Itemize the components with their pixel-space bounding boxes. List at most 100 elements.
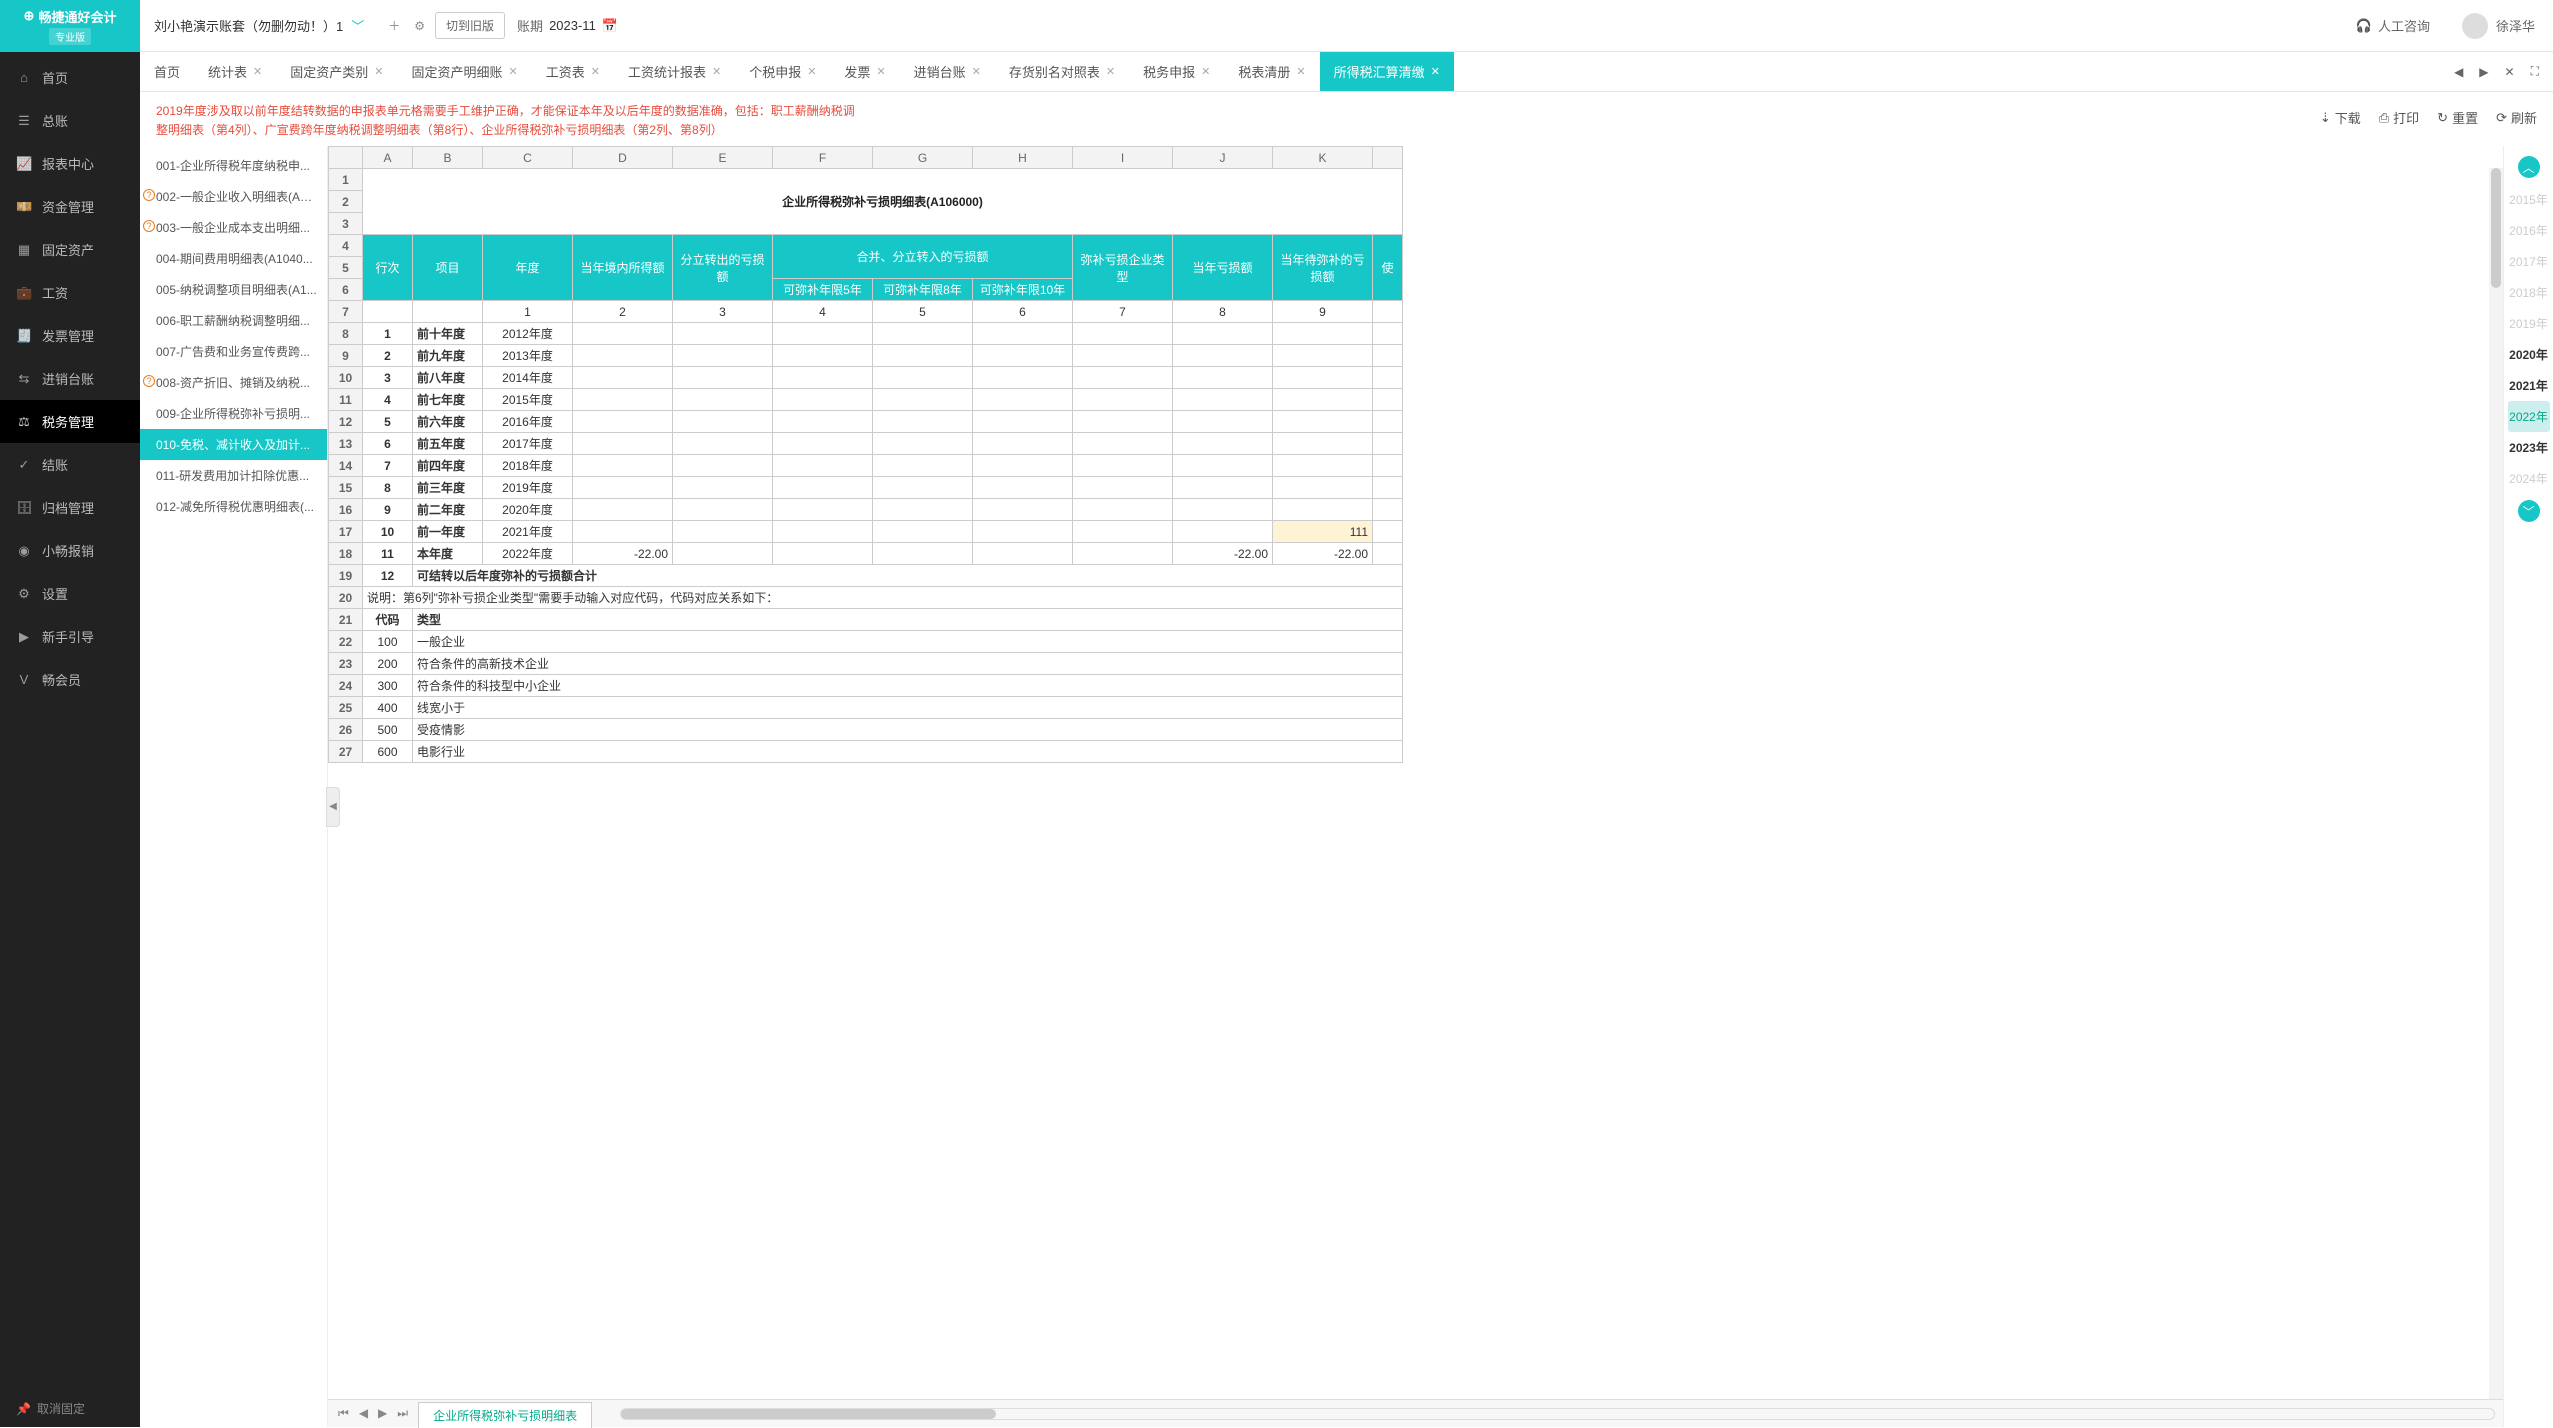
cell[interactable] — [973, 389, 1073, 411]
account-selector[interactable]: 刘小艳演示账套（勿删勿动！）1 ﹀ — [140, 16, 378, 35]
cell[interactable]: -22.00 — [1173, 543, 1273, 565]
col-header[interactable]: E — [673, 147, 773, 169]
cell[interactable] — [773, 477, 873, 499]
col-header[interactable]: G — [873, 147, 973, 169]
sidenav-item[interactable]: V畅会员 — [0, 658, 140, 701]
sidenav-item[interactable]: 💴资金管理 — [0, 185, 140, 228]
cell[interactable]: 1 — [363, 323, 413, 345]
cell[interactable] — [873, 411, 973, 433]
cell[interactable]: 8 — [363, 477, 413, 499]
cell[interactable]: 6 — [363, 433, 413, 455]
sidenav-item[interactable]: 📈报表中心 — [0, 142, 140, 185]
cell[interactable] — [573, 455, 673, 477]
col-header[interactable]: F — [773, 147, 873, 169]
col-header[interactable]: C — [483, 147, 573, 169]
cell[interactable] — [973, 499, 1073, 521]
sidenav-item[interactable]: ▦固定资产 — [0, 228, 140, 271]
cell[interactable] — [1373, 433, 1403, 455]
cell[interactable] — [1373, 345, 1403, 367]
tree-item[interactable]: 012-减免所得税优惠明细表(... — [140, 491, 327, 522]
cell[interactable]: 本年度 — [413, 543, 483, 565]
cell[interactable] — [1373, 543, 1403, 565]
cell[interactable] — [1173, 499, 1273, 521]
cell[interactable]: 前二年度 — [413, 499, 483, 521]
tree-item[interactable]: 002-一般企业收入明细表(A10... — [140, 181, 327, 212]
col-header[interactable]: A — [363, 147, 413, 169]
cell[interactable]: 4 — [773, 301, 873, 323]
toolbar-button[interactable]: ⟳刷新 — [2496, 108, 2537, 127]
cell[interactable] — [973, 477, 1073, 499]
cell[interactable] — [1073, 521, 1173, 543]
tab-close-all-button[interactable]: ✕ — [2501, 61, 2519, 83]
cell[interactable] — [1373, 499, 1403, 521]
tab[interactable]: 个税申报✕ — [735, 52, 830, 91]
cell[interactable] — [873, 433, 973, 455]
spreadsheet[interactable]: ABCDEFGHIJK1企业所得税弥补亏损明细表(A106000)234 行次 … — [328, 146, 2503, 1399]
cell[interactable] — [973, 345, 1073, 367]
gear-icon[interactable]: ⚙ — [414, 19, 425, 33]
cell[interactable] — [1373, 455, 1403, 477]
cell[interactable] — [1173, 411, 1273, 433]
year-rail-down[interactable]: ﹀ — [2518, 500, 2540, 522]
cell[interactable] — [973, 323, 1073, 345]
cell[interactable]: 电影行业 — [413, 741, 1403, 763]
tree-item[interactable]: 010-免税、减计收入及加计... — [140, 429, 327, 460]
tab[interactable]: 发票✕ — [830, 52, 899, 91]
tree-item[interactable]: 007-广告费和业务宣传费跨... — [140, 336, 327, 367]
horizontal-scrollbar[interactable] — [620, 1408, 2495, 1420]
cell[interactable] — [673, 433, 773, 455]
cell[interactable]: 600 — [363, 741, 413, 763]
tab-expand-button[interactable]: ⛶ — [2527, 60, 2543, 83]
cell[interactable]: -22.00 — [1273, 543, 1373, 565]
tab[interactable]: 固定资产类别✕ — [276, 52, 397, 91]
cell[interactable] — [1273, 367, 1373, 389]
cell[interactable] — [1273, 455, 1373, 477]
cell[interactable]: 前一年度 — [413, 521, 483, 543]
cell[interactable]: 10 — [363, 521, 413, 543]
tab-close-icon[interactable]: ✕ — [591, 65, 600, 78]
cell[interactable] — [1073, 455, 1173, 477]
sheet-tab[interactable]: 企业所得税弥补亏损明细表 — [418, 1402, 592, 1428]
cell[interactable] — [873, 521, 973, 543]
cell[interactable] — [873, 389, 973, 411]
tab-close-icon[interactable]: ✕ — [374, 65, 383, 78]
cell[interactable]: 111 — [1273, 521, 1373, 543]
period-display[interactable]: 账期 2023-11 📅 — [505, 16, 630, 35]
tab-next-button[interactable]: ▶ — [2475, 61, 2492, 83]
cell[interactable]: 300 — [363, 675, 413, 697]
cell[interactable] — [573, 521, 673, 543]
cell[interactable] — [673, 477, 773, 499]
cell[interactable] — [1073, 389, 1173, 411]
tree-item[interactable]: 004-期间费用明细表(A1040... — [140, 243, 327, 274]
vertical-scrollbar[interactable] — [2489, 168, 2503, 1399]
cell[interactable]: 2021年度 — [483, 521, 573, 543]
cell[interactable] — [1173, 433, 1273, 455]
tab[interactable]: 所得税汇算清缴✕ — [1320, 52, 1454, 91]
cell[interactable]: 2014年度 — [483, 367, 573, 389]
tab[interactable]: 工资统计报表✕ — [614, 52, 735, 91]
cell[interactable] — [773, 345, 873, 367]
row-header[interactable]: 1 — [329, 169, 363, 191]
cell[interactable]: 3 — [673, 301, 773, 323]
cell[interactable]: 2017年度 — [483, 433, 573, 455]
cell[interactable]: 前九年度 — [413, 345, 483, 367]
sidenav-item[interactable]: ▶新手引导 — [0, 615, 140, 658]
cell[interactable]: 2019年度 — [483, 477, 573, 499]
tab-close-icon[interactable]: ✕ — [876, 65, 885, 78]
cell[interactable]: 11 — [363, 543, 413, 565]
user-menu[interactable]: 徐泽华 — [2444, 13, 2553, 39]
cell[interactable] — [673, 455, 773, 477]
cell[interactable] — [573, 389, 673, 411]
cell[interactable]: 2018年度 — [483, 455, 573, 477]
cell[interactable] — [1073, 323, 1173, 345]
sheet-nav-first[interactable]: ⏮ — [334, 1404, 353, 1423]
cell[interactable] — [873, 367, 973, 389]
cell[interactable] — [673, 345, 773, 367]
cell[interactable] — [1273, 411, 1373, 433]
cell[interactable] — [873, 543, 973, 565]
row-header[interactable]: 2 — [329, 191, 363, 213]
cell[interactable]: 100 — [363, 631, 413, 653]
cell[interactable] — [1173, 389, 1273, 411]
col-header[interactable]: J — [1173, 147, 1273, 169]
year-option[interactable]: 2020年 — [2508, 339, 2550, 370]
